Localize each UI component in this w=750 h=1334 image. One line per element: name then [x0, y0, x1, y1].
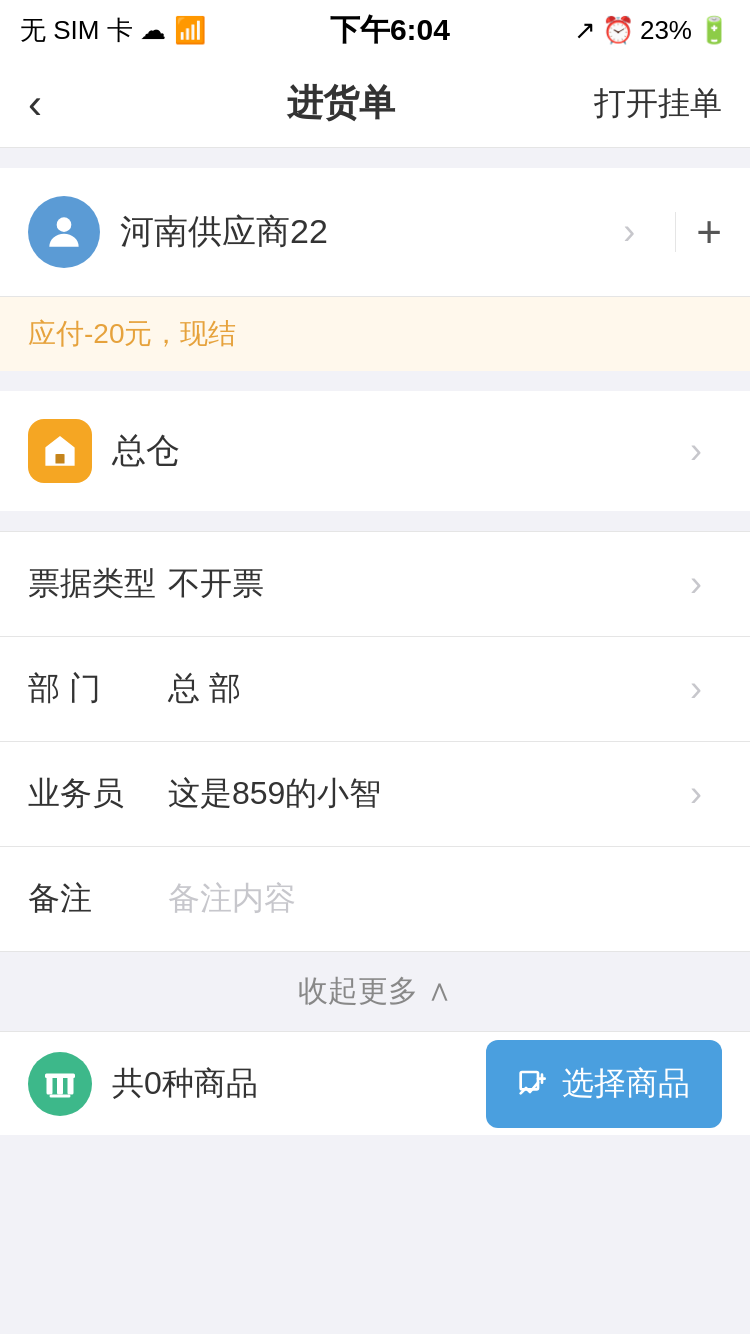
supplier-section: 河南供应商22 › + 应付-20元，现结: [0, 168, 750, 371]
svg-rect-7: [50, 1094, 71, 1097]
nav-bar: ‹ 进货单 打开挂单: [0, 60, 750, 148]
product-cart-icon: [42, 1066, 78, 1102]
remark-input[interactable]: 备注内容: [168, 877, 722, 921]
alarm-icon: ⏰: [602, 15, 634, 46]
svg-rect-3: [47, 1076, 53, 1094]
back-button[interactable]: ‹: [28, 80, 88, 128]
invoice-chevron-icon: ›: [690, 563, 702, 605]
select-product-button[interactable]: 选择商品: [486, 1040, 722, 1128]
svg-point-0: [57, 217, 72, 232]
avatar: [28, 196, 100, 268]
invoice-value: 不开票: [168, 562, 690, 606]
section-gap-1: [0, 148, 750, 168]
invoice-row[interactable]: 票据类型 不开票 ›: [0, 531, 750, 636]
salesman-value: 这是859的小智: [168, 772, 690, 816]
vertical-separator: [675, 212, 676, 252]
warehouse-row[interactable]: 总仓 ›: [0, 391, 750, 511]
department-chevron-icon: ›: [690, 668, 702, 710]
svg-rect-2: [56, 454, 65, 465]
sim-label: 无 SIM 卡 ☁: [20, 13, 166, 48]
supplier-row[interactable]: 河南供应商22 › +: [0, 168, 750, 297]
svg-rect-5: [68, 1076, 74, 1094]
warehouse-chevron-icon: ›: [690, 430, 702, 472]
battery-label: 23%: [640, 15, 692, 46]
open-pending-button[interactable]: 打开挂单: [594, 82, 722, 126]
page-title: 进货单: [287, 79, 395, 128]
svg-rect-6: [45, 1073, 75, 1078]
status-right: ↗ ⏰ 23% 🔋: [574, 15, 730, 46]
warehouse-section: 总仓 ›: [0, 391, 750, 511]
svg-rect-4: [57, 1076, 63, 1094]
battery-icon: 🔋: [698, 15, 730, 46]
salesman-label: 业务员: [28, 772, 168, 816]
collapse-label: 收起更多 ∧: [298, 971, 451, 1012]
status-bar: 无 SIM 卡 ☁ 📶 下午6:04 ↗ ⏰ 23% 🔋: [0, 0, 750, 60]
warehouse-icon: [42, 433, 78, 469]
department-value: 总 部: [168, 667, 690, 711]
wifi-icon: 📶: [174, 15, 206, 46]
department-row[interactable]: 部 门 总 部 ›: [0, 636, 750, 741]
form-section: 票据类型 不开票 › 部 门 总 部 › 业务员 这是859的小智 › 备注 备…: [0, 531, 750, 951]
status-time: 下午6:04: [330, 10, 450, 51]
salesman-row[interactable]: 业务员 这是859的小智 ›: [0, 741, 750, 846]
chevron-right-icon: ›: [623, 211, 635, 253]
notice-bar: 应付-20元，现结: [0, 297, 750, 371]
invoice-label: 票据类型: [28, 562, 168, 606]
remark-row[interactable]: 备注 备注内容: [0, 846, 750, 951]
location-icon: ↗: [574, 15, 596, 46]
warehouse-icon-wrap: [28, 419, 92, 483]
supplier-name: 河南供应商22: [120, 209, 623, 255]
product-bar: 共0种商品 选择商品: [0, 1031, 750, 1135]
select-product-icon: [518, 1068, 550, 1100]
department-label: 部 门: [28, 667, 168, 711]
notice-text: 应付-20元，现结: [28, 318, 236, 349]
section-gap-3: [0, 511, 750, 531]
bottom-background: [0, 1135, 750, 1334]
section-gap-2: [0, 371, 750, 391]
status-left: 无 SIM 卡 ☁ 📶: [20, 13, 206, 48]
product-icon-wrap: [28, 1052, 92, 1116]
select-product-label: 选择商品: [562, 1062, 690, 1106]
add-supplier-button[interactable]: +: [696, 210, 722, 254]
user-icon: [42, 210, 86, 254]
collapse-bar[interactable]: 收起更多 ∧: [0, 951, 750, 1031]
warehouse-name: 总仓: [112, 428, 690, 474]
product-count: 共0种商品: [112, 1062, 486, 1106]
remark-label: 备注: [28, 877, 168, 921]
salesman-chevron-icon: ›: [690, 773, 702, 815]
